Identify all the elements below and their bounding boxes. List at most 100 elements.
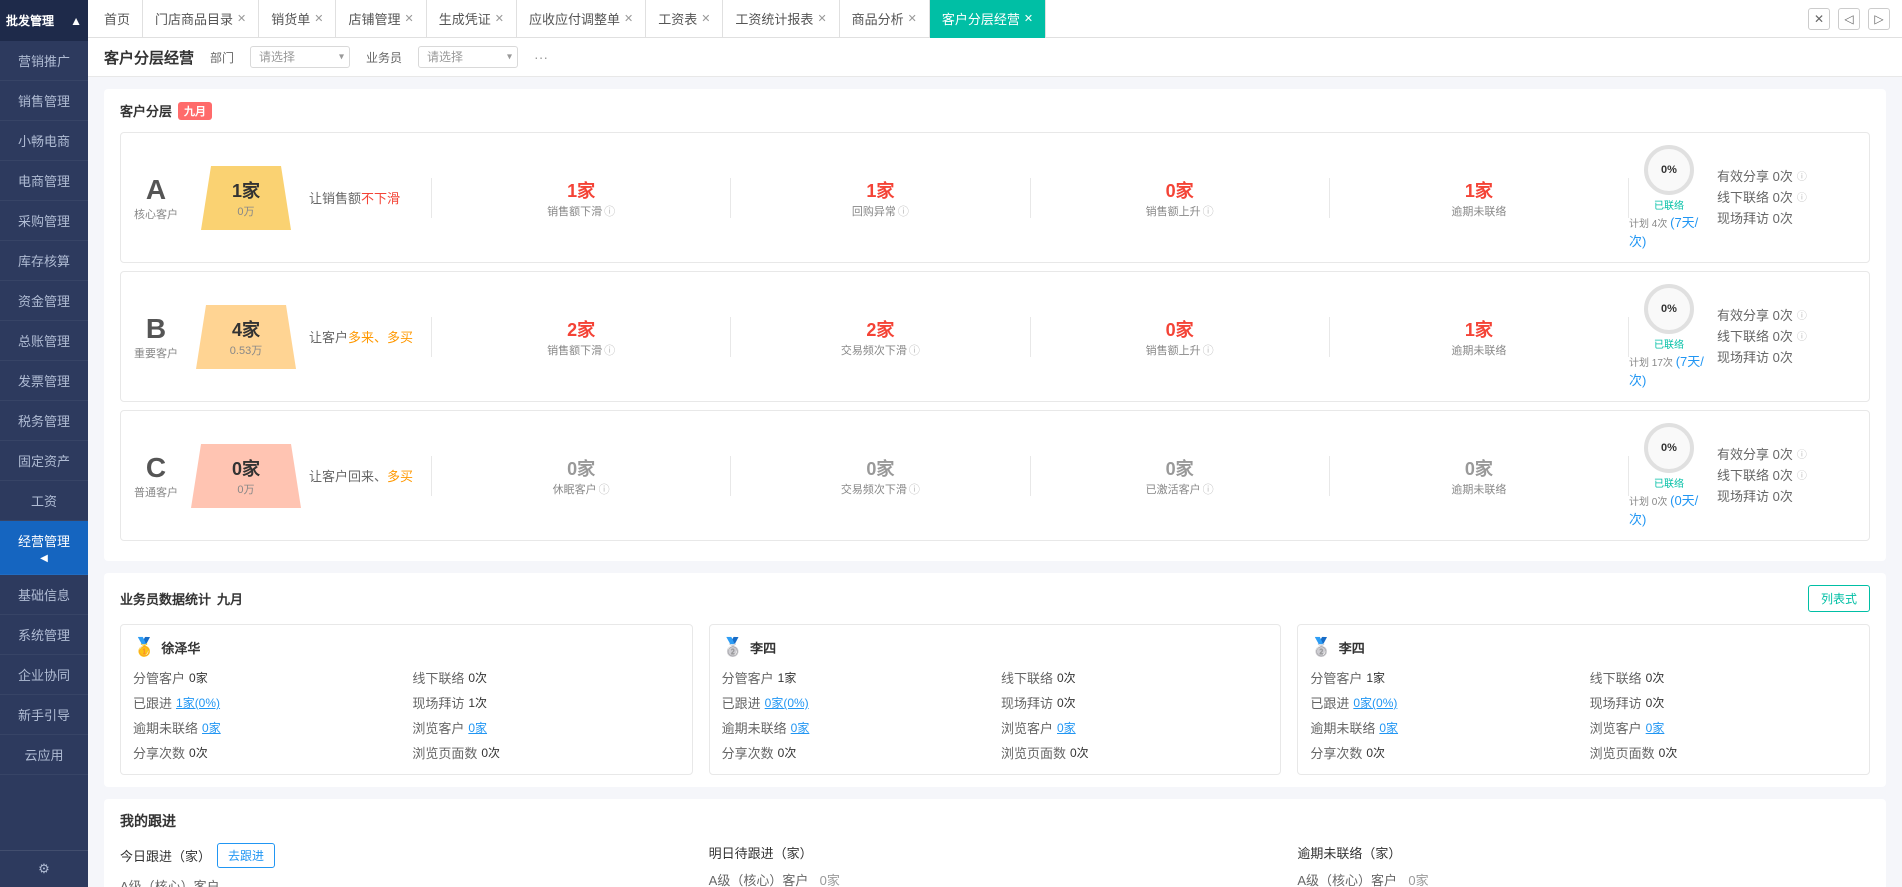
page-title: 客户分层经营: [104, 47, 194, 68]
staff-name-2: 🥈 李四: [1310, 637, 1857, 658]
sidebar-item-jcxx[interactable]: 基础信息: [0, 575, 88, 615]
tab-close-shop-manage[interactable]: ✕: [405, 12, 414, 25]
page-header: 客户分层经营 部门 请选择 业务员 请选择 ···: [88, 38, 1902, 77]
tier-a-stat-2: 1家 回购异常 ⓘ: [731, 177, 1029, 219]
staff-stats-2: 分管客户 1家 线下联络 0次 已跟进 0家(0%) 现场拜访: [1310, 668, 1857, 762]
biz-month-badge: 九月: [217, 589, 243, 608]
info-icon-2[interactable]: ⓘ: [898, 203, 909, 219]
biz-title: 业务员数据统计 九月: [120, 589, 243, 608]
tab-close-gen-voucher[interactable]: ✕: [495, 12, 504, 25]
sidebar-item-yxyt[interactable]: 营销推广: [0, 41, 88, 81]
tab-home[interactable]: 首页: [92, 0, 143, 38]
tier-c-suggestion: 让客户回来、多买: [301, 466, 431, 485]
main-content: 首页 门店商品目录 ✕ 销货单 ✕ 店铺管理 ✕ 生成凭证 ✕ 应收应付调整单 …: [88, 0, 1902, 887]
sidebar-item-xtgl[interactable]: 系统管理: [0, 615, 88, 655]
follow-row-label-2: A级（核心）客户 0家: [709, 870, 1282, 887]
tab-sales-order[interactable]: 销货单 ✕: [259, 0, 336, 38]
sidebar-item-xcdsc[interactable]: 小畅电商: [0, 121, 88, 161]
tab-close-ar-ap[interactable]: ✕: [624, 12, 633, 25]
tier-c-stat-3: 0家 已激活客户 ⓘ: [1031, 455, 1329, 497]
goto-follow-button[interactable]: 去跟进: [217, 843, 275, 868]
follow-col-tomorrow: 明日待跟进（家） A级（核心）客户 0家: [709, 843, 1282, 887]
tab-close-all[interactable]: ✕: [1808, 8, 1830, 30]
offline-info[interactable]: ⓘ: [1797, 189, 1807, 204]
tab-store-products[interactable]: 门店商品目录 ✕: [143, 0, 259, 38]
tier-label-a: A 核心客户: [121, 174, 191, 222]
tier-label-b: B 重要客户: [121, 313, 191, 361]
follow-col-overdue: 逾期未联络（家） A级（核心）客户 0家: [1297, 843, 1870, 887]
tier-b-stat-1: 2家 销售额下滑 ⓘ: [432, 316, 730, 358]
sidebar-item-yyy[interactable]: 云应用: [0, 735, 88, 775]
tab-shop-manage[interactable]: 店铺管理 ✕: [336, 0, 426, 38]
customer-tier-title: 客户分层 九月: [120, 101, 1870, 120]
tab-ar-ap[interactable]: 应收应付调整单 ✕: [517, 0, 646, 38]
customer-tier-section: 客户分层 九月 A 核心客户 1家 0万: [104, 89, 1886, 561]
tier-a-right-stats: 有效分享 0次ⓘ 线下联络 0次ⓘ 现场拜访 0次: [1709, 166, 1869, 229]
sidebar-item-cggl[interactable]: 采购管理: [0, 201, 88, 241]
tier-row-a: A 核心客户 1家 0万 让销售额不下滑 1家: [120, 132, 1870, 263]
sidebar-settings[interactable]: ⚙: [0, 850, 88, 887]
tab-close-product-analysis[interactable]: ✕: [908, 12, 917, 25]
tab-product-analysis[interactable]: 商品分析 ✕: [840, 0, 930, 38]
tier-b-stat-2: 2家 交易频次下滑 ⓘ: [731, 316, 1029, 358]
sidebar-item-xsgl[interactable]: 销售管理: [0, 81, 88, 121]
staff-card-0: 🥇 徐泽华 分管客户 0家 线下联络 0次 已跟进: [120, 624, 693, 775]
follow-row-label: A级（核心）客户: [120, 876, 693, 887]
tier-b-count: 4家 0.53万: [230, 316, 262, 358]
tab-close-payroll[interactable]: ✕: [701, 12, 710, 25]
list-view-button[interactable]: 列表式: [1808, 585, 1870, 612]
sidebar-item-dsggl[interactable]: 电商管理: [0, 161, 88, 201]
dept-select-wrapper: 请选择: [250, 46, 350, 68]
sidebar-item-jygl[interactable]: 经营管理 ◀: [0, 521, 88, 575]
staff-select-wrapper: 请选择: [418, 46, 518, 68]
staff-stat-row: 分管客户 0家: [133, 668, 400, 687]
follow-section: 我的跟进 今日跟进（家） 去跟进 A级（核心）客户 明日待跟进（家）: [104, 799, 1886, 887]
tab-gen-voucher[interactable]: 生成凭证 ✕: [427, 0, 517, 38]
sidebar-item-gdzcgl[interactable]: 固定资产: [0, 441, 88, 481]
tier-c-stat-4: 0家 逾期未联络: [1330, 455, 1628, 497]
sidebar-item-zjgl[interactable]: 资金管理: [0, 281, 88, 321]
tab-nav-right[interactable]: ▷: [1868, 8, 1890, 30]
sidebar-header[interactable]: 批发管理 ▲: [0, 0, 88, 41]
tier-b-circle: 0% 已联络 计划 17次 (7天/次): [1629, 284, 1709, 389]
sidebar-item-xsyd[interactable]: 新手引导: [0, 695, 88, 735]
content-area: 客户分层 九月 A 核心客户 1家 0万: [88, 77, 1902, 887]
tab-close-store-products[interactable]: ✕: [237, 12, 246, 25]
tab-close-payroll-report[interactable]: ✕: [817, 12, 826, 25]
sidebar-item-kchsz[interactable]: 库存核算: [0, 241, 88, 281]
sidebar-item-fpgl[interactable]: 发票管理: [0, 361, 88, 401]
staff-stat-row: 浏览客户 0家: [412, 718, 679, 737]
staff-select[interactable]: 请选择: [418, 46, 518, 68]
more-filter[interactable]: ···: [534, 49, 548, 65]
tab-payroll-report[interactable]: 工资统计报表 ✕: [723, 0, 839, 38]
sidebar-item-zzgl[interactable]: 总账管理: [0, 321, 88, 361]
tier-b-right-stats: 有效分享 0次ⓘ 线下联络 0次ⓘ 现场拜访 0次: [1709, 305, 1869, 368]
tier-c-circle: 0% 已联络 计划 0次 (0天/次): [1629, 423, 1709, 528]
dept-select[interactable]: 请选择: [250, 46, 350, 68]
biz-header: 业务员数据统计 九月 列表式: [120, 585, 1870, 612]
staff-stat-row: 逾期未联络 0家: [133, 718, 400, 737]
sidebar-item-qyxt[interactable]: 企业协同: [0, 655, 88, 695]
info-icon[interactable]: ⓘ: [604, 203, 615, 219]
biz-stats-section: 业务员数据统计 九月 列表式 🥇 徐泽华 分管客户 0家: [104, 573, 1886, 787]
tier-c-stat-1: 0家 休眠客户 ⓘ: [432, 455, 730, 497]
staff-card-2: 🥈 李四 分管客户 1家 线下联络 0次 已跟进: [1297, 624, 1870, 775]
staff-stats-1: 分管客户 1家 线下联络 0次 已跟进 0家(0%) 现场拜访: [722, 668, 1269, 762]
tab-payroll[interactable]: 工资表 ✕: [646, 0, 723, 38]
sidebar-item-swgl[interactable]: 税务管理: [0, 401, 88, 441]
sidebar-collapse-icon[interactable]: ▲: [70, 14, 82, 28]
info-icon-3[interactable]: ⓘ: [1203, 203, 1214, 219]
tab-close-customer-tier[interactable]: ✕: [1024, 12, 1033, 25]
staff-stat-row: 线下联络 0次: [412, 668, 679, 687]
staff-name-0: 🥇 徐泽华: [133, 637, 680, 658]
staff-stat-row: 浏览页面数 0次: [412, 743, 679, 762]
share-info[interactable]: ⓘ: [1797, 168, 1807, 183]
staff-stat-row: 已跟进 1家(0%): [133, 693, 400, 712]
dept-label: 部门: [210, 49, 234, 66]
tier-a-stat-3: 0家 销售额上升 ⓘ: [1031, 177, 1329, 219]
sidebar-item-gz[interactable]: 工资: [0, 481, 88, 521]
tab-close-sales-order[interactable]: ✕: [314, 12, 323, 25]
tier-a-count: 1家 0万: [232, 177, 260, 219]
tab-customer-tier[interactable]: 客户分层经营 ✕: [930, 0, 1046, 38]
tab-nav-left[interactable]: ◁: [1838, 8, 1860, 30]
